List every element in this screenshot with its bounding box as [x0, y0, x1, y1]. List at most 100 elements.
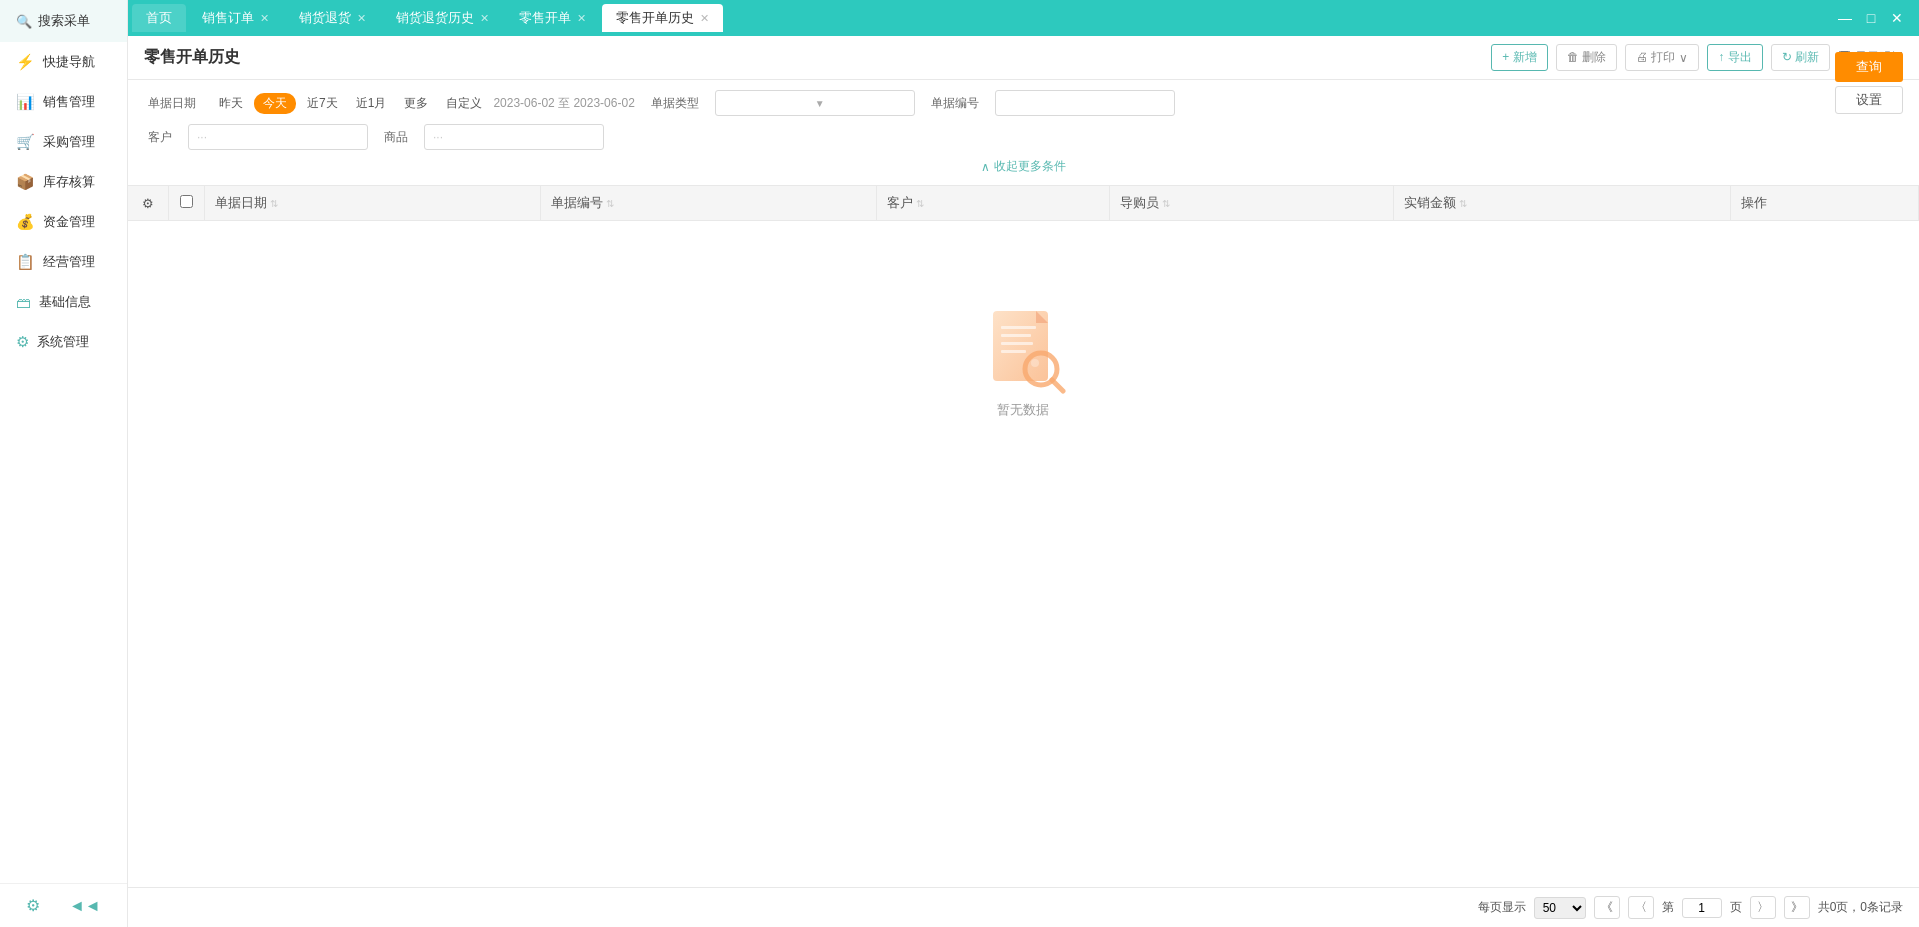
sidebar-item-sales-mgmt[interactable]: 📊 销售管理 [0, 82, 127, 122]
sidebar-item-label: 库存核算 [43, 173, 95, 191]
col-action: 操作 [1730, 186, 1918, 221]
tab-retail-history-close[interactable]: ✕ [700, 12, 709, 25]
settings-footer-icon[interactable]: ⚙ [26, 896, 40, 915]
date-btn-more[interactable]: 更多 [397, 93, 435, 114]
tab-retail-open[interactable]: 零售开单 ✕ [505, 4, 600, 32]
tab-sales-return-history-close[interactable]: ✕ [480, 12, 489, 25]
customer-input[interactable]: ··· [188, 124, 368, 150]
per-page-select[interactable]: 50 10 20 100 [1534, 897, 1586, 919]
select-all-checkbox[interactable] [180, 195, 193, 208]
doc-type-select[interactable]: ▼ [715, 90, 915, 116]
filter-area: 单据日期 昨天 今天 近7天 近1月 更多 自定义 2023-06-02 至 2… [128, 80, 1919, 186]
svg-rect-1 [1001, 326, 1036, 329]
print-label: 🖨 打印 [1636, 49, 1675, 66]
search-icon: 🔍 [16, 14, 32, 29]
tab-sales-return-close[interactable]: ✕ [357, 12, 366, 25]
close-btn[interactable]: ✕ [1887, 10, 1907, 26]
settings-button[interactable]: 设置 [1835, 86, 1903, 114]
empty-illustration [973, 301, 1073, 401]
total-text: 共0页，0条记录 [1818, 899, 1903, 916]
date-btn-last-month[interactable]: 近1月 [349, 93, 394, 114]
purchase-mgmt-icon: 🛒 [16, 133, 35, 151]
col-settings[interactable]: ⚙ [128, 186, 168, 221]
date-filter-label: 单据日期 [148, 95, 196, 112]
maximize-btn[interactable]: □ [1861, 10, 1881, 26]
tab-home-label: 首页 [146, 9, 172, 27]
page-suffix: 页 [1730, 899, 1742, 916]
sidebar-search[interactable]: 🔍 搜索采单 [0, 0, 127, 42]
goods-label: 商品 [384, 129, 408, 146]
col-customer-sort[interactable]: ⇅ [916, 198, 924, 209]
col-guide-label: 导购员 [1120, 194, 1159, 212]
empty-text: 暂无数据 [997, 401, 1049, 419]
tab-sales-return-history[interactable]: 销货退货历史 ✕ [382, 4, 503, 32]
col-date-label: 单据日期 [215, 194, 267, 212]
col-customer: 客户 ⇅ [877, 186, 1109, 221]
date-btn-last7days[interactable]: 近7天 [300, 93, 345, 114]
inventory-icon: 📦 [16, 173, 35, 191]
query-button[interactable]: 查询 [1835, 52, 1903, 82]
sidebar: 🔍 搜索采单 ⚡ 快捷导航 📊 销售管理 🛒 采购管理 📦 库存核算 💰 资金管… [0, 0, 128, 927]
last-page-btn[interactable]: 》 [1784, 896, 1810, 919]
page-title: 零售开单历史 [144, 47, 1481, 68]
tab-home[interactable]: 首页 [132, 4, 186, 32]
sidebar-item-purchase-mgmt[interactable]: 🛒 采购管理 [0, 122, 127, 162]
col-no-label: 单据编号 [551, 194, 603, 212]
col-no-sort[interactable]: ⇅ [606, 198, 614, 209]
sidebar-item-finance[interactable]: 💰 资金管理 [0, 202, 127, 242]
collapse-sidebar-icon[interactable]: ◄◄ [69, 897, 101, 915]
goods-input[interactable]: ··· [424, 124, 604, 150]
collapse-conditions[interactable]: ∧ 收起更多条件 [148, 158, 1899, 175]
date-btn-custom[interactable]: 自定义 [439, 93, 489, 114]
col-date-sort[interactable]: ⇅ [270, 198, 278, 209]
tab-sales-return[interactable]: 销货退货 ✕ [285, 4, 380, 32]
date-range-display: 2023-06-02 至 2023-06-02 [493, 95, 634, 112]
refresh-button[interactable]: ↻ 刷新 [1771, 44, 1830, 71]
page-number-input[interactable] [1682, 898, 1722, 918]
pagination: 每页显示 50 10 20 100 《 〈 第 页 〉 》 共0页，0条记录 [128, 887, 1919, 927]
col-date: 单据日期 ⇅ [204, 186, 540, 221]
goods-dots: ··· [433, 130, 443, 144]
filter-row-2: 客户 ··· 商品 ··· [148, 124, 1899, 150]
tab-sales-order[interactable]: 销售订单 ✕ [188, 4, 283, 32]
doc-no-input[interactable] [995, 90, 1175, 116]
table-container: ⚙ 单据日期 ⇅ 单据编号 ⇅ [128, 186, 1919, 887]
tab-retail-history[interactable]: 零售开单历史 ✕ [602, 4, 723, 32]
sidebar-item-inventory[interactable]: 📦 库存核算 [0, 162, 127, 202]
next-page-btn[interactable]: 〉 [1750, 896, 1776, 919]
sidebar-item-quick-nav[interactable]: ⚡ 快捷导航 [0, 42, 127, 82]
sidebar-item-system[interactable]: ⚙ 系统管理 [0, 322, 127, 362]
date-btn-yesterday[interactable]: 昨天 [212, 93, 250, 114]
col-guide: 导购员 ⇅ [1109, 186, 1393, 221]
delete-button[interactable]: 🗑 删除 [1556, 44, 1617, 71]
basic-info-icon: 🗃 [16, 294, 31, 311]
col-checkbox[interactable] [168, 186, 204, 221]
date-btn-today[interactable]: 今天 [254, 93, 296, 114]
sidebar-item-operations[interactable]: 📋 经营管理 [0, 242, 127, 282]
add-button[interactable]: + 新增 [1491, 44, 1547, 71]
collapse-label: 收起更多条件 [994, 158, 1066, 175]
tab-retail-open-close[interactable]: ✕ [577, 12, 586, 25]
tab-retail-history-label: 零售开单历史 [616, 9, 694, 27]
print-button[interactable]: 🖨 打印 ∨ [1625, 44, 1699, 71]
prev-page-btn[interactable]: 〈 [1628, 896, 1654, 919]
collapse-icon: ∧ [981, 160, 990, 174]
tab-retail-open-label: 零售开单 [519, 9, 571, 27]
col-guide-sort[interactable]: ⇅ [1162, 198, 1170, 209]
minimize-btn[interactable]: — [1835, 10, 1855, 26]
col-amount-sort[interactable]: ⇅ [1459, 198, 1467, 209]
col-amount: 实销金额 ⇅ [1394, 186, 1730, 221]
sidebar-search-label: 搜索采单 [38, 12, 90, 30]
export-button[interactable]: ↑ 导出 [1707, 44, 1762, 71]
doc-no-label: 单据编号 [931, 95, 979, 112]
sidebar-item-basic-info[interactable]: 🗃 基础信息 [0, 282, 127, 322]
sidebar-item-label: 资金管理 [43, 213, 95, 231]
sidebar-item-label: 销售管理 [43, 93, 95, 111]
window-controls: — □ ✕ [1835, 10, 1915, 26]
table-body: 暂无数据 [128, 221, 1919, 500]
data-table: ⚙ 单据日期 ⇅ 单据编号 ⇅ [128, 186, 1919, 499]
doc-type-chevron: ▼ [815, 98, 906, 109]
sidebar-item-label: 经营管理 [43, 253, 95, 271]
first-page-btn[interactable]: 《 [1594, 896, 1620, 919]
tab-sales-order-close[interactable]: ✕ [260, 12, 269, 25]
